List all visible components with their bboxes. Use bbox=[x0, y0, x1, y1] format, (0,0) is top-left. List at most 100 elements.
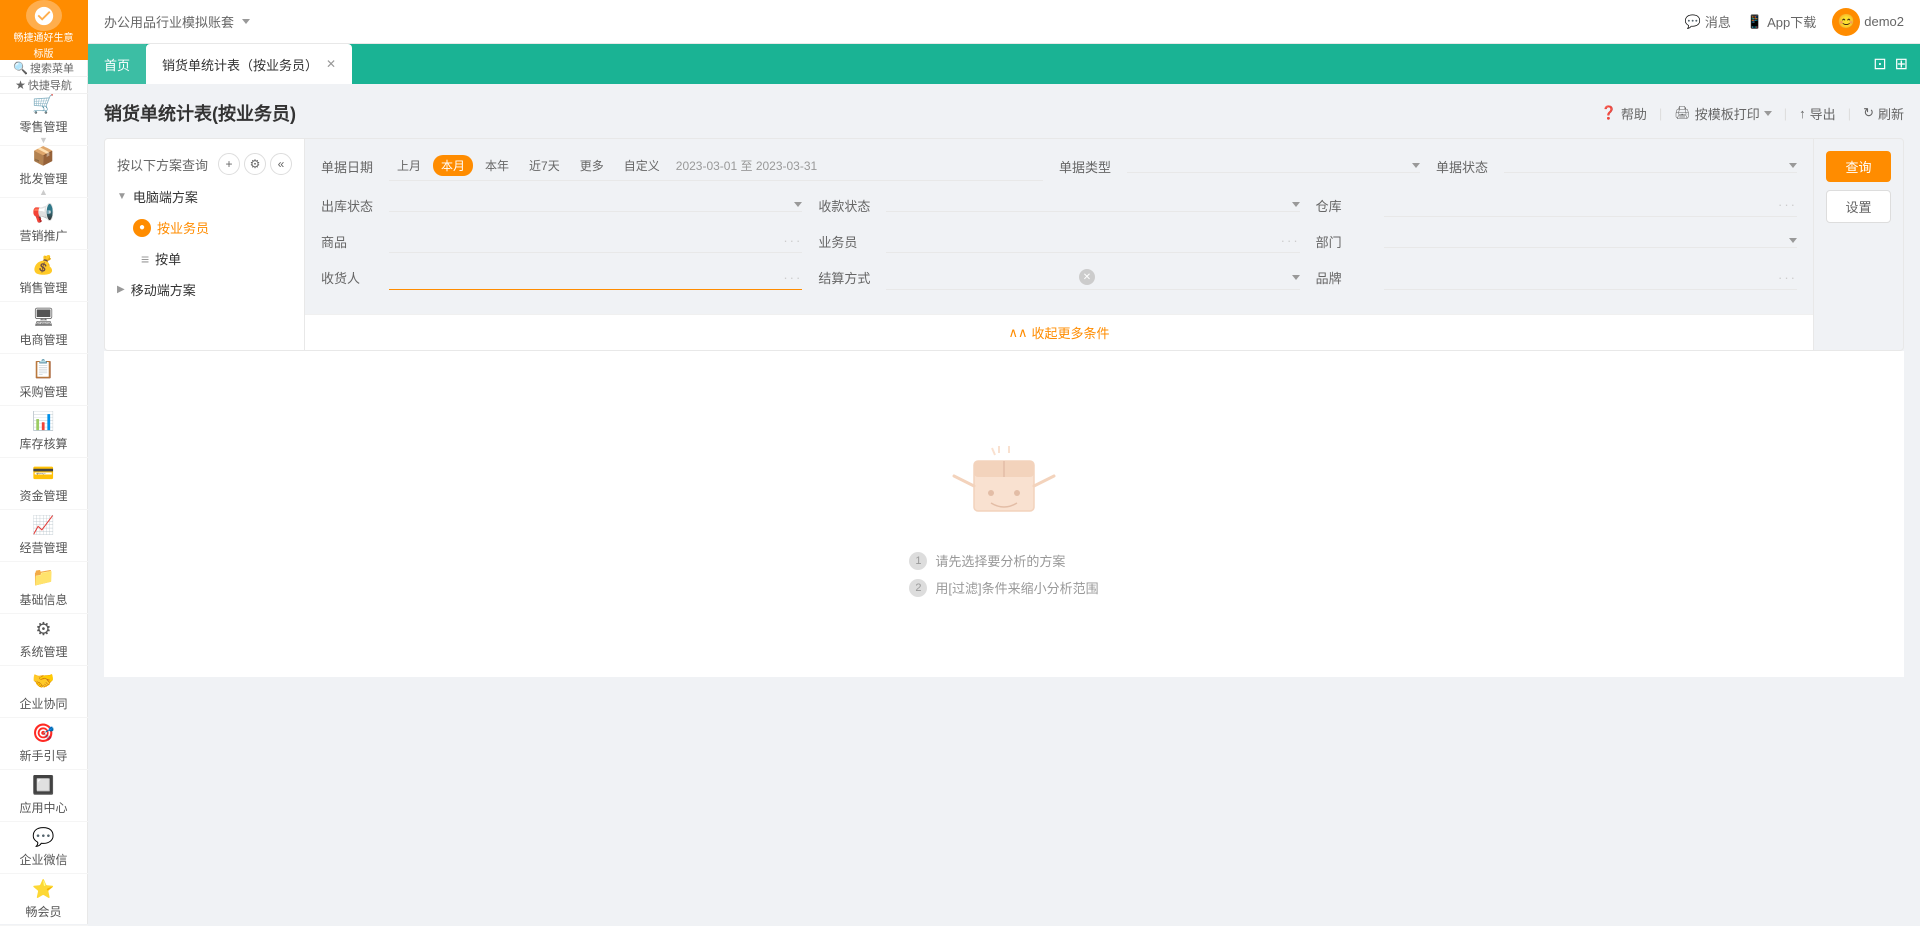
consignee-input[interactable]: ··· bbox=[389, 266, 802, 290]
empty-tip-1-text: 请先选择要分析的方案 bbox=[935, 551, 1065, 570]
export-label: 导出 bbox=[1810, 104, 1836, 123]
page-actions: ❓ 帮助 | 🖨 按模板打印 | ↑ 导出 | ↻ 刷新 bbox=[1601, 104, 1904, 123]
sidebar-item-newbie[interactable]: 🎯 新手引导 bbox=[0, 718, 88, 770]
doc-type-dropdown[interactable] bbox=[1127, 159, 1420, 173]
sidebar-item-inventory[interactable]: 📊 库存核算 bbox=[0, 406, 88, 458]
sidebar-item-corp[interactable]: 🤝 企业协同 bbox=[0, 666, 88, 718]
stock-status-chevron bbox=[794, 202, 802, 207]
app-download-label: App下载 bbox=[1767, 12, 1816, 31]
stock-status-dropdown[interactable] bbox=[389, 198, 802, 212]
scheme-panel-title: 按以下方案查询 bbox=[117, 155, 208, 174]
sidebar-item-wechat[interactable]: 💬 企业微信 bbox=[0, 822, 88, 874]
page-title: 销货单统计表(按业务员) bbox=[104, 100, 296, 126]
sidebar-item-wholesale-label: 批发管理 bbox=[19, 170, 67, 187]
sidebar-item-inventory-label: 库存核算 bbox=[19, 435, 67, 452]
corp-icon: 🤝 bbox=[32, 671, 54, 692]
tab-expand-btn[interactable]: ⊞ bbox=[1895, 54, 1908, 74]
sidebar-item-member[interactable]: ⭐ 畅会员 bbox=[0, 874, 88, 926]
sidebar-item-finance-label: 资金管理 bbox=[19, 487, 67, 504]
salesman-input[interactable]: ··· bbox=[886, 229, 1299, 253]
template-print-btn[interactable]: 🖨 按模板打印 bbox=[1674, 104, 1772, 123]
sidebar-item-wholesale[interactable]: 📦 批发管理 ▲ bbox=[0, 146, 88, 198]
filter-item-goods: 商品 ··· bbox=[321, 229, 802, 253]
refresh-btn[interactable]: ↻ 刷新 bbox=[1863, 104, 1904, 123]
separator1: | bbox=[1659, 106, 1662, 121]
filter-salesman-label: 业务员 bbox=[818, 232, 878, 251]
sidebar-item-apps[interactable]: 🔲 应用中心 bbox=[0, 770, 88, 822]
scheme-item-by-order[interactable]: ≡ 按单 bbox=[105, 243, 304, 274]
quick-nav[interactable]: ★ 快捷导航 bbox=[0, 77, 88, 94]
sidebar-item-purchase[interactable]: 📋 采购管理 bbox=[0, 354, 88, 406]
filter-item-settlement: 结算方式 ✕ bbox=[818, 265, 1299, 290]
doc-status-dropdown[interactable] bbox=[1504, 159, 1797, 173]
wholesale-icon: 📦 bbox=[32, 146, 54, 167]
sidebar-item-marketing[interactable]: 📢 营销推广 bbox=[0, 198, 88, 250]
settlement-clear-btn[interactable]: ✕ bbox=[1079, 269, 1095, 285]
wechat-icon: 💬 bbox=[32, 827, 54, 848]
scheme-add-btn[interactable]: + bbox=[218, 153, 240, 175]
message-btn[interactable]: 💬 消息 bbox=[1685, 12, 1731, 31]
logo-icon bbox=[26, 0, 62, 31]
sidebar-item-basic[interactable]: 📁 基础信息 bbox=[0, 562, 88, 614]
date-btn-last-month[interactable]: 上月 bbox=[389, 155, 429, 176]
help-btn[interactable]: ❓ 帮助 bbox=[1601, 104, 1647, 123]
operations-icon: 📈 bbox=[32, 515, 54, 536]
export-btn[interactable]: ↑ 导出 bbox=[1799, 104, 1836, 123]
scheme-group-desktop: ▼ 电脑端方案 ● 按业务员 ≡ 按单 bbox=[105, 181, 304, 274]
collapse-bar[interactable]: ∧∧ 收起更多条件 bbox=[305, 314, 1813, 350]
tab-minimize-btn[interactable]: ⊡ bbox=[1873, 54, 1886, 74]
date-btn-this-month[interactable]: 本月 bbox=[433, 155, 473, 176]
sidebar-item-sales[interactable]: 💰 销售管理 bbox=[0, 250, 88, 302]
settlement-dropdown[interactable]: ✕ bbox=[886, 265, 1299, 290]
sidebar-item-system[interactable]: ⚙ 系统管理 bbox=[0, 614, 88, 666]
sidebar-item-retail[interactable]: 🛒 零售管理 ▼ bbox=[0, 94, 88, 146]
query-area: 按以下方案查询 + ⚙ « ▼ 电脑端方案 ● 按业务员 bbox=[104, 138, 1904, 351]
scheme-panel-header: 按以下方案查询 + ⚙ « bbox=[105, 147, 304, 181]
warehouse-input[interactable]: ··· bbox=[1384, 193, 1797, 217]
scheme-item-by-salesman[interactable]: ● 按业务员 bbox=[105, 212, 304, 243]
receipt-status-dropdown[interactable] bbox=[886, 198, 1299, 212]
scheme-desktop-header[interactable]: ▼ 电脑端方案 bbox=[105, 181, 304, 212]
sidebar-item-apps-label: 应用中心 bbox=[19, 799, 67, 816]
user-profile[interactable]: 😊 demo2 bbox=[1832, 8, 1904, 36]
topbar: 办公用品行业模拟账套 💬 消息 📱 App下载 😊 demo2 bbox=[88, 0, 1920, 44]
settlement-chevron bbox=[1292, 275, 1300, 280]
help-label: 帮助 bbox=[1621, 104, 1647, 123]
scheme-mobile-header[interactable]: ▶ 移动端方案 bbox=[117, 280, 292, 299]
account-title: 办公用品行业模拟账套 bbox=[104, 12, 234, 31]
search-menu[interactable]: 🔍 搜索菜单 bbox=[0, 60, 88, 77]
brand-dots: ··· bbox=[1778, 270, 1797, 285]
date-btn-more[interactable]: 更多 bbox=[572, 155, 612, 176]
salesman-dots: ··· bbox=[1281, 233, 1300, 248]
scheme-collapse-btn[interactable]: « bbox=[270, 153, 292, 175]
settings-button[interactable]: 设置 bbox=[1826, 190, 1891, 223]
sidebar-item-finance[interactable]: 💳 资金管理 bbox=[0, 458, 88, 510]
empty-tip-2: 2 用[过滤]条件来缩小分析范围 bbox=[909, 578, 1098, 597]
department-dropdown[interactable] bbox=[1384, 234, 1797, 248]
scheme-settings-btn[interactable]: ⚙ bbox=[244, 153, 266, 175]
main-area: 办公用品行业模拟账套 💬 消息 📱 App下载 😊 demo2 bbox=[88, 0, 1920, 924]
filter-row-1: 单据日期 上月 本月 本年 近7天 更多 自定义 2023-03-01 至 20… bbox=[321, 151, 1797, 181]
query-button[interactable]: 查询 bbox=[1826, 151, 1891, 182]
goods-input[interactable]: ··· bbox=[389, 229, 802, 253]
tab-sales-stat[interactable]: 销货单统计表（按业务员） ✕ bbox=[146, 44, 352, 84]
date-btn-this-year[interactable]: 本年 bbox=[477, 155, 517, 176]
sidebar-item-retail-label: 零售管理 bbox=[19, 118, 67, 135]
tab-home[interactable]: 首页 bbox=[88, 44, 146, 84]
page-header: 销货单统计表(按业务员) ❓ 帮助 | 🖨 按模板打印 | ↑ 导出 | bbox=[104, 100, 1904, 126]
brand-input[interactable]: ··· bbox=[1384, 266, 1797, 290]
account-dropdown[interactable] bbox=[242, 19, 250, 24]
filter-item-department: 部门 bbox=[1316, 232, 1797, 251]
app-download-btn[interactable]: 📱 App下载 bbox=[1747, 12, 1816, 31]
tab-close-btn[interactable]: ✕ bbox=[326, 57, 336, 71]
inventory-icon: 📊 bbox=[32, 411, 54, 432]
filter-item-date: 单据日期 上月 本月 本年 近7天 更多 自定义 2023-03-01 至 20… bbox=[321, 151, 1043, 181]
message-label: 消息 bbox=[1705, 12, 1731, 31]
sidebar-item-operations[interactable]: 📈 经营管理 bbox=[0, 510, 88, 562]
sidebar-item-ecommerce[interactable]: 🖥 电商管理 bbox=[0, 302, 88, 354]
date-btn-custom[interactable]: 自定义 bbox=[616, 155, 668, 176]
doc-type-chevron bbox=[1412, 163, 1420, 168]
department-chevron bbox=[1789, 238, 1797, 243]
refresh-icon: ↻ bbox=[1863, 105, 1874, 121]
date-btn-last-7-days[interactable]: 近7天 bbox=[521, 155, 568, 176]
